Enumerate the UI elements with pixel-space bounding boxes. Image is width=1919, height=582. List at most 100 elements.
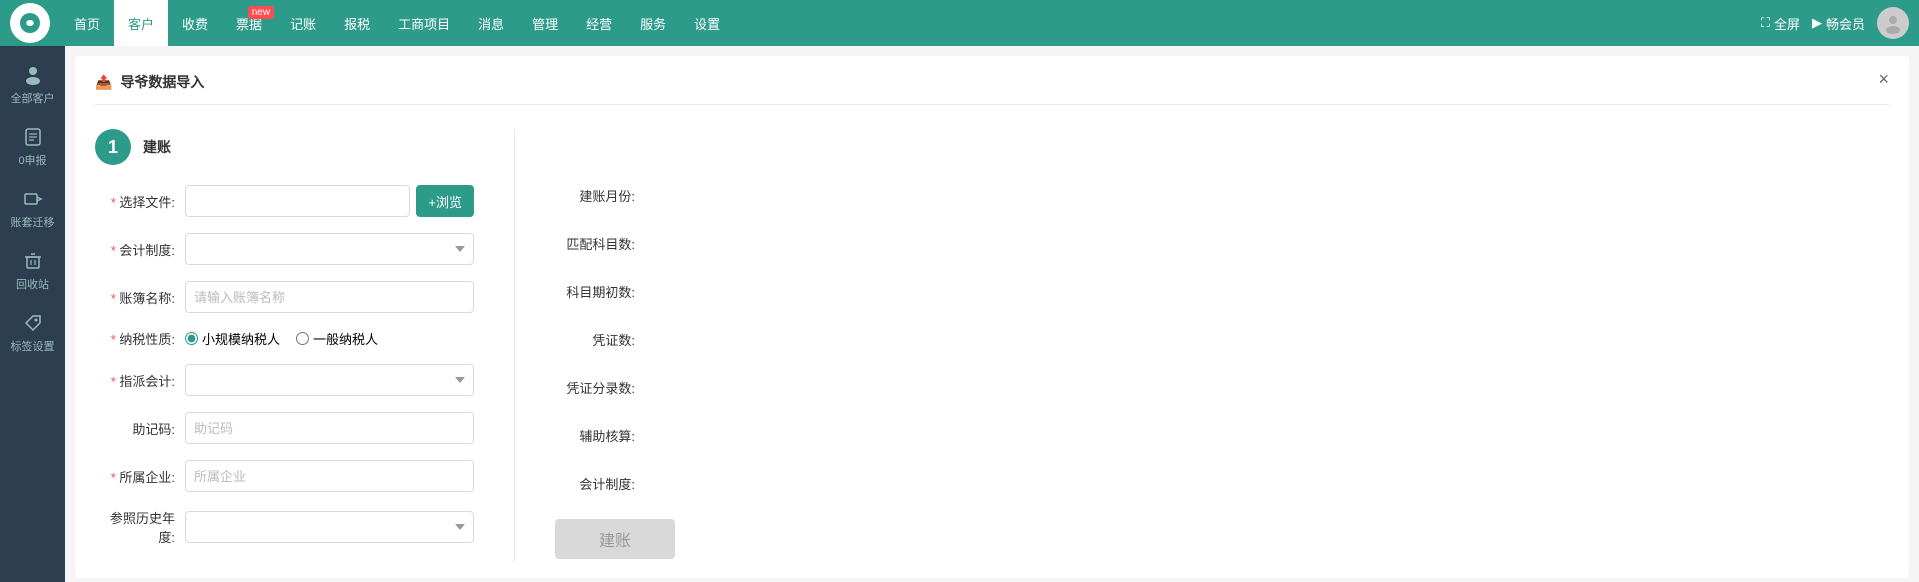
- accounting-system-select[interactable]: [185, 233, 474, 265]
- migration-icon: [22, 188, 44, 210]
- sidebar-label-tag-settings: 标签设置: [11, 338, 55, 354]
- app-logo[interactable]: [10, 3, 50, 43]
- create-account-button[interactable]: 建账: [555, 519, 675, 559]
- assign-accountant-label: 指派会计:: [95, 371, 185, 390]
- sidebar-item-account-migration[interactable]: 账套迁移: [0, 178, 65, 240]
- account-name-input[interactable]: [185, 281, 474, 313]
- accounting-system-label: 会计制度:: [95, 240, 185, 259]
- radio-general[interactable]: 一般纳税人: [296, 329, 378, 348]
- voucher-entries-value: [645, 371, 1889, 403]
- sidebar-item-tag-settings[interactable]: 标签设置: [0, 302, 65, 364]
- new-badge: new: [248, 6, 274, 19]
- mnemonic-label: 助记码:: [95, 419, 185, 438]
- sidebar-label-zero-filing: 0申报: [18, 152, 46, 168]
- assign-accountant-row: 指派会计:: [95, 364, 474, 396]
- fullscreen-label: 全屏: [1774, 14, 1800, 33]
- right-accounting-system-label: 会计制度:: [555, 474, 645, 493]
- nav-settings[interactable]: 设置: [680, 0, 734, 46]
- accounting-system-row: 会计制度:: [95, 233, 474, 265]
- sidebar-item-all-customers[interactable]: 全部客户: [0, 54, 65, 116]
- initial-subjects-row: 科目期初数:: [555, 275, 1889, 307]
- fullscreen-button[interactable]: ⛶ 全屏: [1761, 14, 1800, 33]
- radio-small-scale-label: 小规模纳税人: [202, 329, 280, 348]
- voucher-count-label: 凭证数:: [555, 330, 645, 349]
- close-button[interactable]: ×: [1878, 70, 1889, 88]
- mnemonic-input[interactable]: [185, 412, 474, 444]
- panel-header: 📤 导爷数据导入: [95, 72, 1889, 105]
- nav-operations[interactable]: 经营: [572, 0, 626, 46]
- user-icon: [22, 64, 44, 86]
- match-subjects-label: 匹配科目数:: [555, 234, 645, 253]
- file-label: 选择文件:: [95, 192, 185, 211]
- page-panel: 📤 导爷数据导入 × 1 建账 选择文件:: [75, 56, 1909, 578]
- filing-icon: [22, 126, 44, 148]
- form-layout: 1 建账 选择文件: +浏览 会计制度:: [95, 129, 1889, 562]
- history-year-row: 参照历史年度:: [95, 508, 474, 546]
- assign-accountant-select[interactable]: [185, 364, 474, 396]
- form-left: 1 建账 选择文件: +浏览 会计制度:: [95, 129, 515, 562]
- step-circle: 1: [95, 129, 131, 165]
- account-name-label: 账簿名称:: [95, 288, 185, 307]
- sidebar-item-recycle[interactable]: 回收站: [0, 240, 65, 302]
- tax-type-label: 纳税性质:: [95, 329, 185, 348]
- aux-calc-value: [645, 419, 1889, 451]
- nav-invoices[interactable]: 票据 new: [222, 0, 276, 46]
- account-month-value: [645, 179, 1889, 211]
- upload-icon: 📤: [95, 74, 112, 91]
- aux-calc-label: 辅助核算:: [555, 426, 645, 445]
- step-label: 建账: [143, 137, 171, 157]
- nav-services[interactable]: 服务: [626, 0, 680, 46]
- right-accounting-system-row: 会计制度:: [555, 467, 1889, 499]
- file-input[interactable]: [185, 185, 410, 217]
- account-month-row: 建账月份:: [555, 179, 1889, 211]
- nav-items: 首页 客户 收费 票据 new 记账 报税 工商项目 消息 管理 经营 服务 设…: [60, 0, 1761, 46]
- file-input-group: +浏览: [185, 185, 474, 217]
- initial-subjects-label: 科目期初数:: [555, 282, 645, 301]
- nav-home[interactable]: 首页: [60, 0, 114, 46]
- main-layout: 全部客户 0申报 账套迁移 回收站 标签设置: [0, 46, 1919, 582]
- sidebar-label-all-customers: 全部客户: [11, 90, 55, 106]
- voucher-entries-row: 凭证分录数:: [555, 371, 1889, 403]
- aux-calc-row: 辅助核算:: [555, 419, 1889, 451]
- member-label: 畅会员: [1826, 14, 1865, 33]
- mnemonic-row: 助记码:: [95, 412, 474, 444]
- history-year-select[interactable]: [185, 511, 474, 543]
- browse-button[interactable]: +浏览: [416, 185, 474, 217]
- radio-small-scale[interactable]: 小规模纳税人: [185, 329, 280, 348]
- tax-type-radio-group: 小规模纳税人 一般纳税人: [185, 329, 474, 348]
- top-navigation: 首页 客户 收费 票据 new 记账 报税 工商项目 消息 管理 经营 服务 设…: [0, 0, 1919, 46]
- nav-tax[interactable]: 报税: [330, 0, 384, 46]
- match-subjects-value: [645, 227, 1889, 259]
- fullscreen-icon: ⛶: [1761, 15, 1770, 31]
- sidebar-label-account-migration: 账套迁移: [11, 214, 55, 230]
- company-label: 所属企业:: [95, 467, 185, 486]
- right-accounting-system-value: [645, 467, 1889, 499]
- trash-icon: [22, 250, 44, 272]
- sidebar: 全部客户 0申报 账套迁移 回收站 标签设置: [0, 46, 65, 582]
- nav-messages[interactable]: 消息: [464, 0, 518, 46]
- history-year-label: 参照历史年度:: [95, 508, 185, 546]
- step-header: 1 建账: [95, 129, 474, 165]
- user-avatar[interactable]: [1877, 7, 1909, 39]
- nav-management[interactable]: 管理: [518, 0, 572, 46]
- account-month-label: 建账月份:: [555, 186, 645, 205]
- voucher-count-value: [645, 323, 1889, 355]
- radio-general-label: 一般纳税人: [313, 329, 378, 348]
- match-subjects-row: 匹配科目数:: [555, 227, 1889, 259]
- nav-bookkeeping[interactable]: 记账: [276, 0, 330, 46]
- sidebar-item-zero-filing[interactable]: 0申报: [0, 116, 65, 178]
- play-icon: ▶: [1812, 15, 1822, 31]
- initial-subjects-value: [645, 275, 1889, 307]
- sidebar-label-recycle: 回收站: [16, 276, 49, 292]
- tax-type-row: 纳税性质: 小规模纳税人 一般纳税人: [95, 329, 474, 348]
- nav-business[interactable]: 工商项目: [384, 0, 464, 46]
- nav-fees[interactable]: 收费: [168, 0, 222, 46]
- content-area: 📤 导爷数据导入 × 1 建账 选择文件:: [65, 46, 1919, 582]
- top-nav-right: ⛶ 全屏 ▶ 畅会员: [1761, 7, 1909, 39]
- member-button[interactable]: ▶ 畅会员: [1812, 14, 1865, 33]
- voucher-count-row: 凭证数:: [555, 323, 1889, 355]
- form-right: 建账月份: 匹配科目数: 科目期初数: 凭证数:: [515, 129, 1889, 562]
- company-input[interactable]: [185, 460, 474, 492]
- file-select-row: 选择文件: +浏览: [95, 185, 474, 217]
- nav-customers[interactable]: 客户: [114, 0, 168, 46]
